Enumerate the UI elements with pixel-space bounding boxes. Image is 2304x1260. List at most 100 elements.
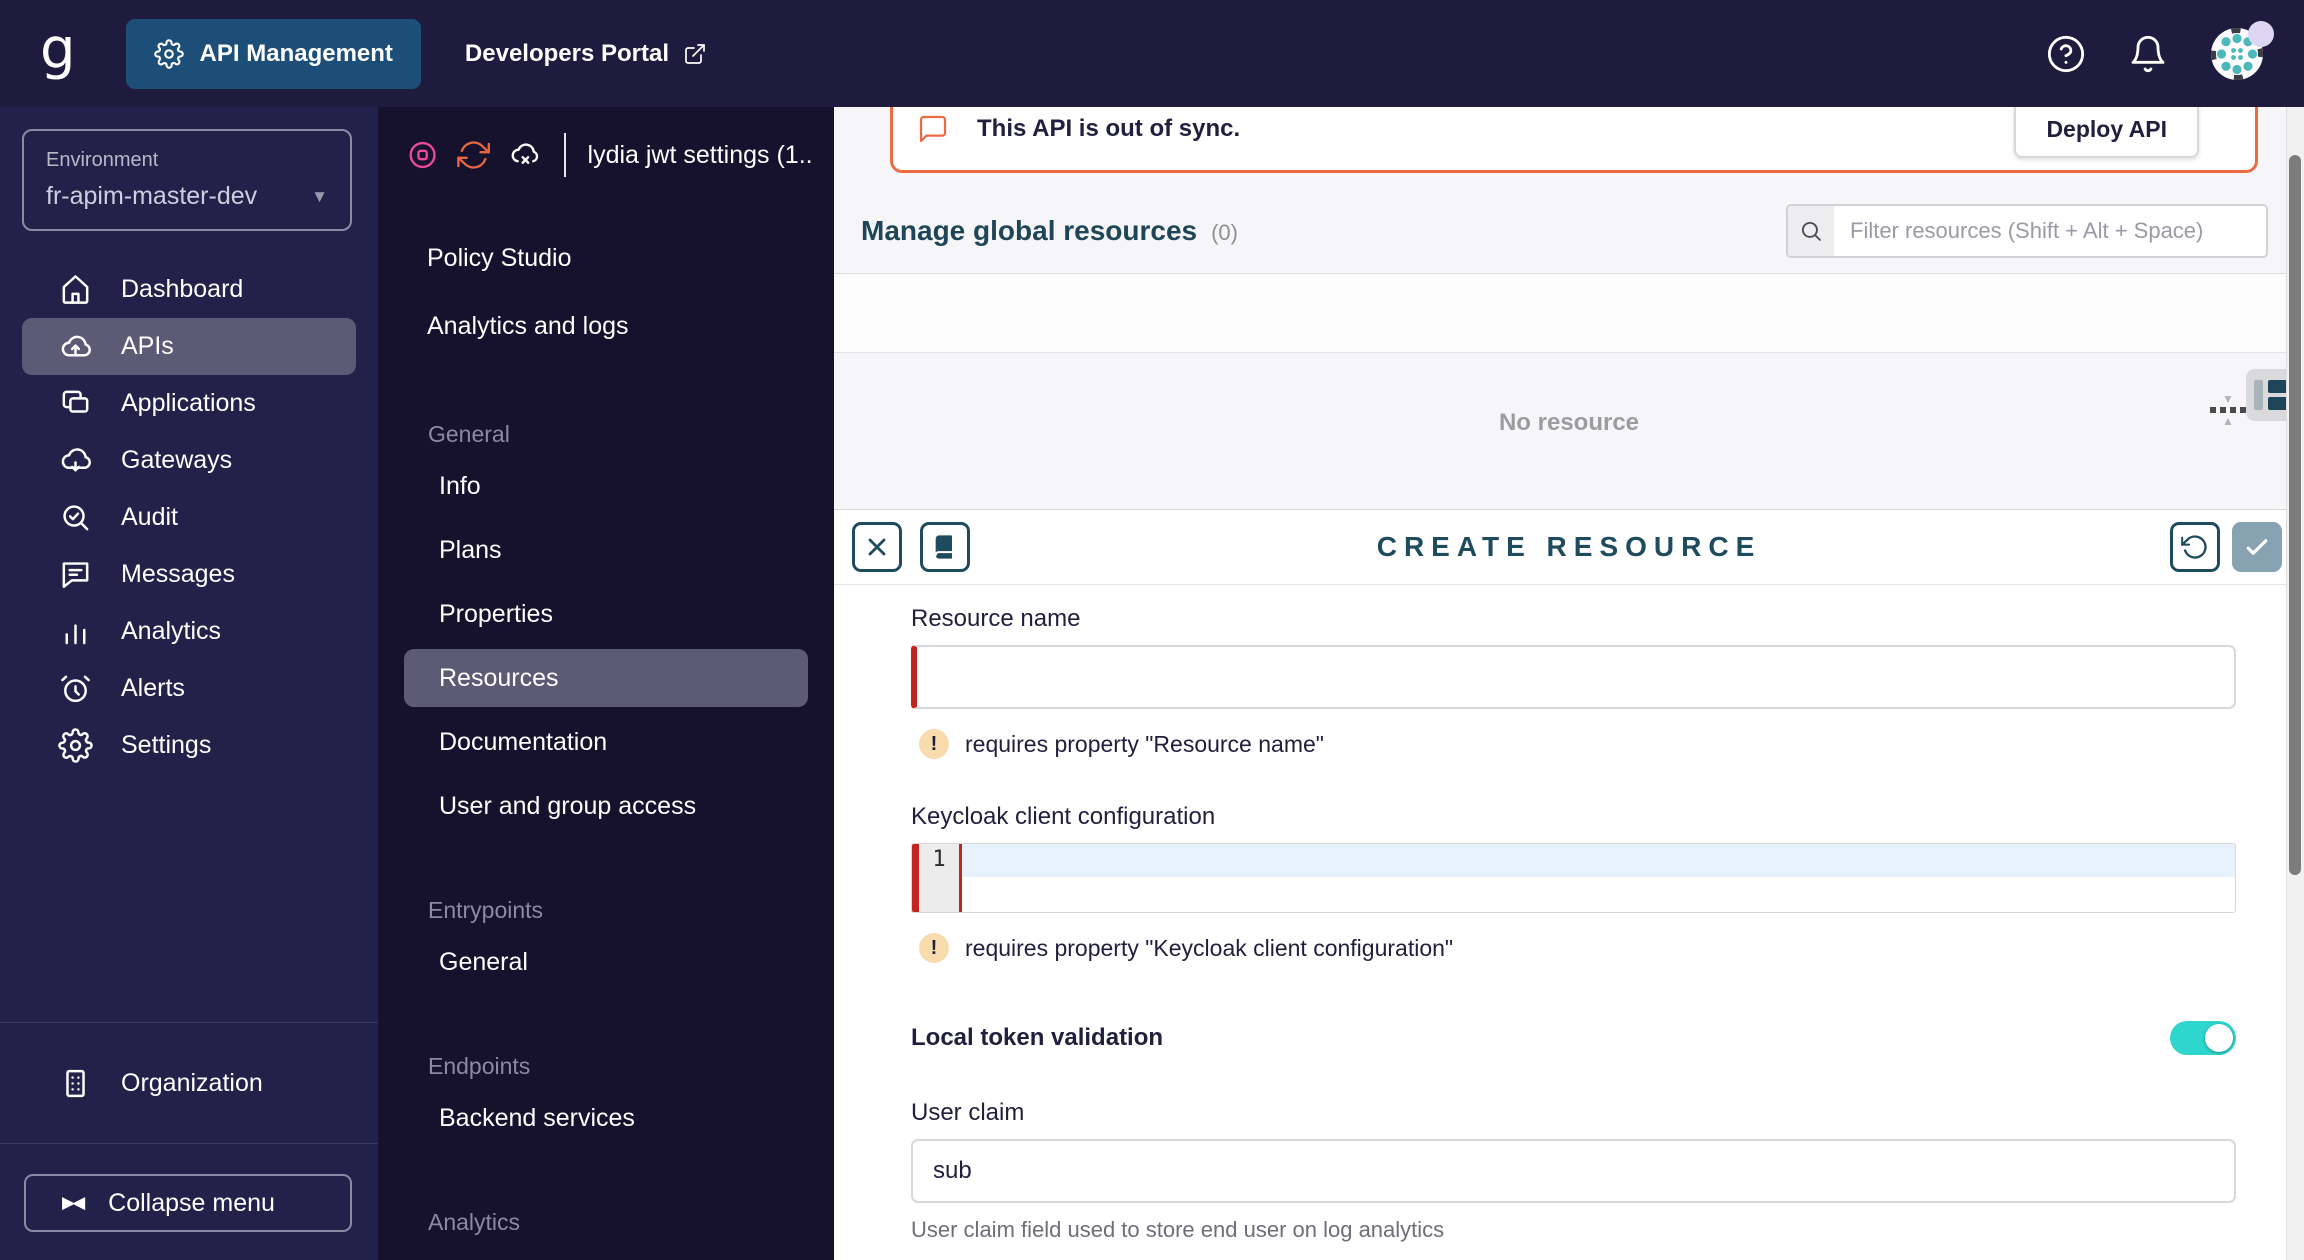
applications-icon xyxy=(58,386,93,421)
api-menu-label: Entrypoints xyxy=(428,896,544,923)
search-icon xyxy=(1798,218,1824,244)
submit-button[interactable] xyxy=(2232,522,2282,572)
user-claim-label: User claim xyxy=(911,1099,1025,1126)
scrollbar-thumb[interactable] xyxy=(2289,155,2301,875)
api-menu-label: Policy Studio xyxy=(427,243,572,272)
banner-message: This API is out of sync. xyxy=(977,115,1241,142)
api-menu-backend-services[interactable]: Backend services xyxy=(404,1089,808,1147)
close-button[interactable] xyxy=(852,522,902,572)
error-text: requires property "Resource name" xyxy=(965,730,1324,757)
resource-name-error: ! requires property "Resource name" xyxy=(919,727,2236,761)
api-menu-resources[interactable]: Resources xyxy=(404,649,808,707)
building-icon xyxy=(58,1066,93,1101)
resource-name-input[interactable] xyxy=(911,645,2236,709)
top-bar: g API Management Developers Portal xyxy=(0,0,2304,107)
sidebar-item-messages[interactable]: Messages xyxy=(22,546,356,603)
app-switcher-button[interactable]: API Management xyxy=(125,18,421,89)
app-switcher-label: API Management xyxy=(199,39,393,67)
api-menu-overview[interactable]: Overview xyxy=(404,1245,808,1260)
create-resource-header: CREATE RESOURCE xyxy=(834,509,2304,585)
keycloak-config-error: ! requires property "Keycloak client con… xyxy=(919,931,2236,965)
api-menu-analytics-and-logs[interactable]: Analytics and logs xyxy=(378,297,834,355)
chevron-down-icon: ▼ xyxy=(311,187,328,206)
api-menu-label: Documentation xyxy=(439,727,608,756)
avatar[interactable] xyxy=(2210,20,2274,81)
resize-down-icon: ▲ xyxy=(2222,414,2234,428)
out-of-sync-icon[interactable] xyxy=(457,138,491,172)
help-icon[interactable] xyxy=(2046,34,2086,74)
cloud-unpublished-icon[interactable] xyxy=(508,138,541,172)
api-menu-label: User and group access xyxy=(439,791,697,820)
local-token-validation-row: Local token validation xyxy=(911,1021,2236,1055)
organization-label: Organization xyxy=(121,1068,263,1097)
documentation-button[interactable] xyxy=(920,522,970,572)
empty-state: No resource xyxy=(834,353,2304,509)
api-menu-plans[interactable]: Plans xyxy=(404,521,808,579)
external-link-icon xyxy=(683,42,707,66)
user-claim-input[interactable] xyxy=(911,1139,2236,1203)
sidebar-item-applications[interactable]: Applications xyxy=(22,375,356,432)
gravitee-logo[interactable]: g xyxy=(40,21,76,78)
sidebar-item-organization[interactable]: Organization xyxy=(22,1055,356,1111)
home-icon xyxy=(58,272,93,307)
resource-name-label: Resource name xyxy=(911,605,1081,632)
reset-button[interactable] xyxy=(2170,522,2220,572)
message-icon xyxy=(58,557,93,592)
environment-value: fr-apim-master-dev xyxy=(46,182,258,210)
sidebar-item-analytics[interactable]: Analytics xyxy=(22,603,356,660)
sidebar-item-label: Messages xyxy=(121,560,235,588)
api-menu-user-and-group-access[interactable]: User and group access xyxy=(404,777,808,835)
api-menu-policy-studio[interactable]: Policy Studio xyxy=(378,229,834,287)
topbar-actions xyxy=(2046,20,2274,81)
environment-selector[interactable]: Environment fr-apim-master-dev ▼ xyxy=(22,129,352,231)
api-menu-entrypoints: Entrypoints xyxy=(378,887,834,933)
error-text: requires property "Keycloak client confi… xyxy=(965,934,1454,961)
local-token-validation-toggle[interactable] xyxy=(2170,1021,2236,1055)
create-resource-form: Resource name ! requires property "Resou… xyxy=(834,585,2304,1260)
api-menu-label: Plans xyxy=(439,535,502,564)
app-body: Environment fr-apim-master-dev ▼ Dashboa… xyxy=(0,107,2304,1260)
primary-sidebar: Environment fr-apim-master-dev ▼ Dashboa… xyxy=(0,107,378,1260)
gear-icon xyxy=(153,38,184,69)
api-menu-label: Backend services xyxy=(439,1103,635,1132)
book-icon xyxy=(931,533,959,561)
editor-active-line xyxy=(962,844,2235,877)
keycloak-config-editor[interactable]: 1 xyxy=(911,843,2236,913)
collapse-menu-button[interactable]: ▶◀ Collapse menu xyxy=(24,1174,352,1232)
rotate-ccw-icon xyxy=(2181,533,2209,561)
deploy-api-button[interactable]: Deploy API xyxy=(2014,107,2199,158)
filter-resources-input[interactable] xyxy=(1834,206,2266,256)
panel-resize-handle[interactable]: ▼ ▲ xyxy=(2210,393,2246,427)
sidebar-item-audit[interactable]: Audit xyxy=(22,489,356,546)
resize-up-icon: ▼ xyxy=(2222,392,2234,406)
vertical-scrollbar[interactable] xyxy=(2286,107,2304,1260)
warning-icon: ! xyxy=(919,933,949,963)
layout-bar xyxy=(2254,380,2263,410)
api-menu-general[interactable]: General xyxy=(404,933,808,991)
sidebar-item-label: Dashboard xyxy=(121,275,244,303)
sidebar-item-alerts[interactable]: Alerts xyxy=(22,660,356,717)
sidebar-item-gateways[interactable]: Gateways xyxy=(22,432,356,489)
cloud-upload-icon xyxy=(58,329,93,364)
sidebar-item-apis[interactable]: APIs xyxy=(22,318,356,375)
developers-portal-link[interactable]: Developers Portal xyxy=(465,40,707,68)
stop-record-icon[interactable] xyxy=(406,138,439,172)
sidebar-item-settings[interactable]: Settings xyxy=(22,717,356,774)
sidebar-item-label: Applications xyxy=(121,389,256,417)
api-menu-properties[interactable]: Properties xyxy=(404,585,808,643)
editor-body[interactable] xyxy=(962,844,2235,912)
avatar-status-badge xyxy=(2248,20,2274,47)
bell-icon[interactable] xyxy=(2128,34,2168,74)
collapse-menu-label: Collapse menu xyxy=(108,1188,275,1217)
api-menu-endpoints: Endpoints xyxy=(378,1043,834,1089)
api-menu-general: General xyxy=(378,411,834,457)
api-menu-documentation[interactable]: Documentation xyxy=(404,713,808,771)
editor-line-number: 1 xyxy=(919,844,959,912)
sidebar-item-dashboard[interactable]: Dashboard xyxy=(22,261,356,318)
warning-icon: ! xyxy=(919,729,949,759)
resource-table-header xyxy=(834,274,2304,353)
message-square-icon xyxy=(917,113,949,145)
api-menu-info[interactable]: Info xyxy=(404,457,808,515)
sidebar-item-label: Alerts xyxy=(121,674,185,702)
